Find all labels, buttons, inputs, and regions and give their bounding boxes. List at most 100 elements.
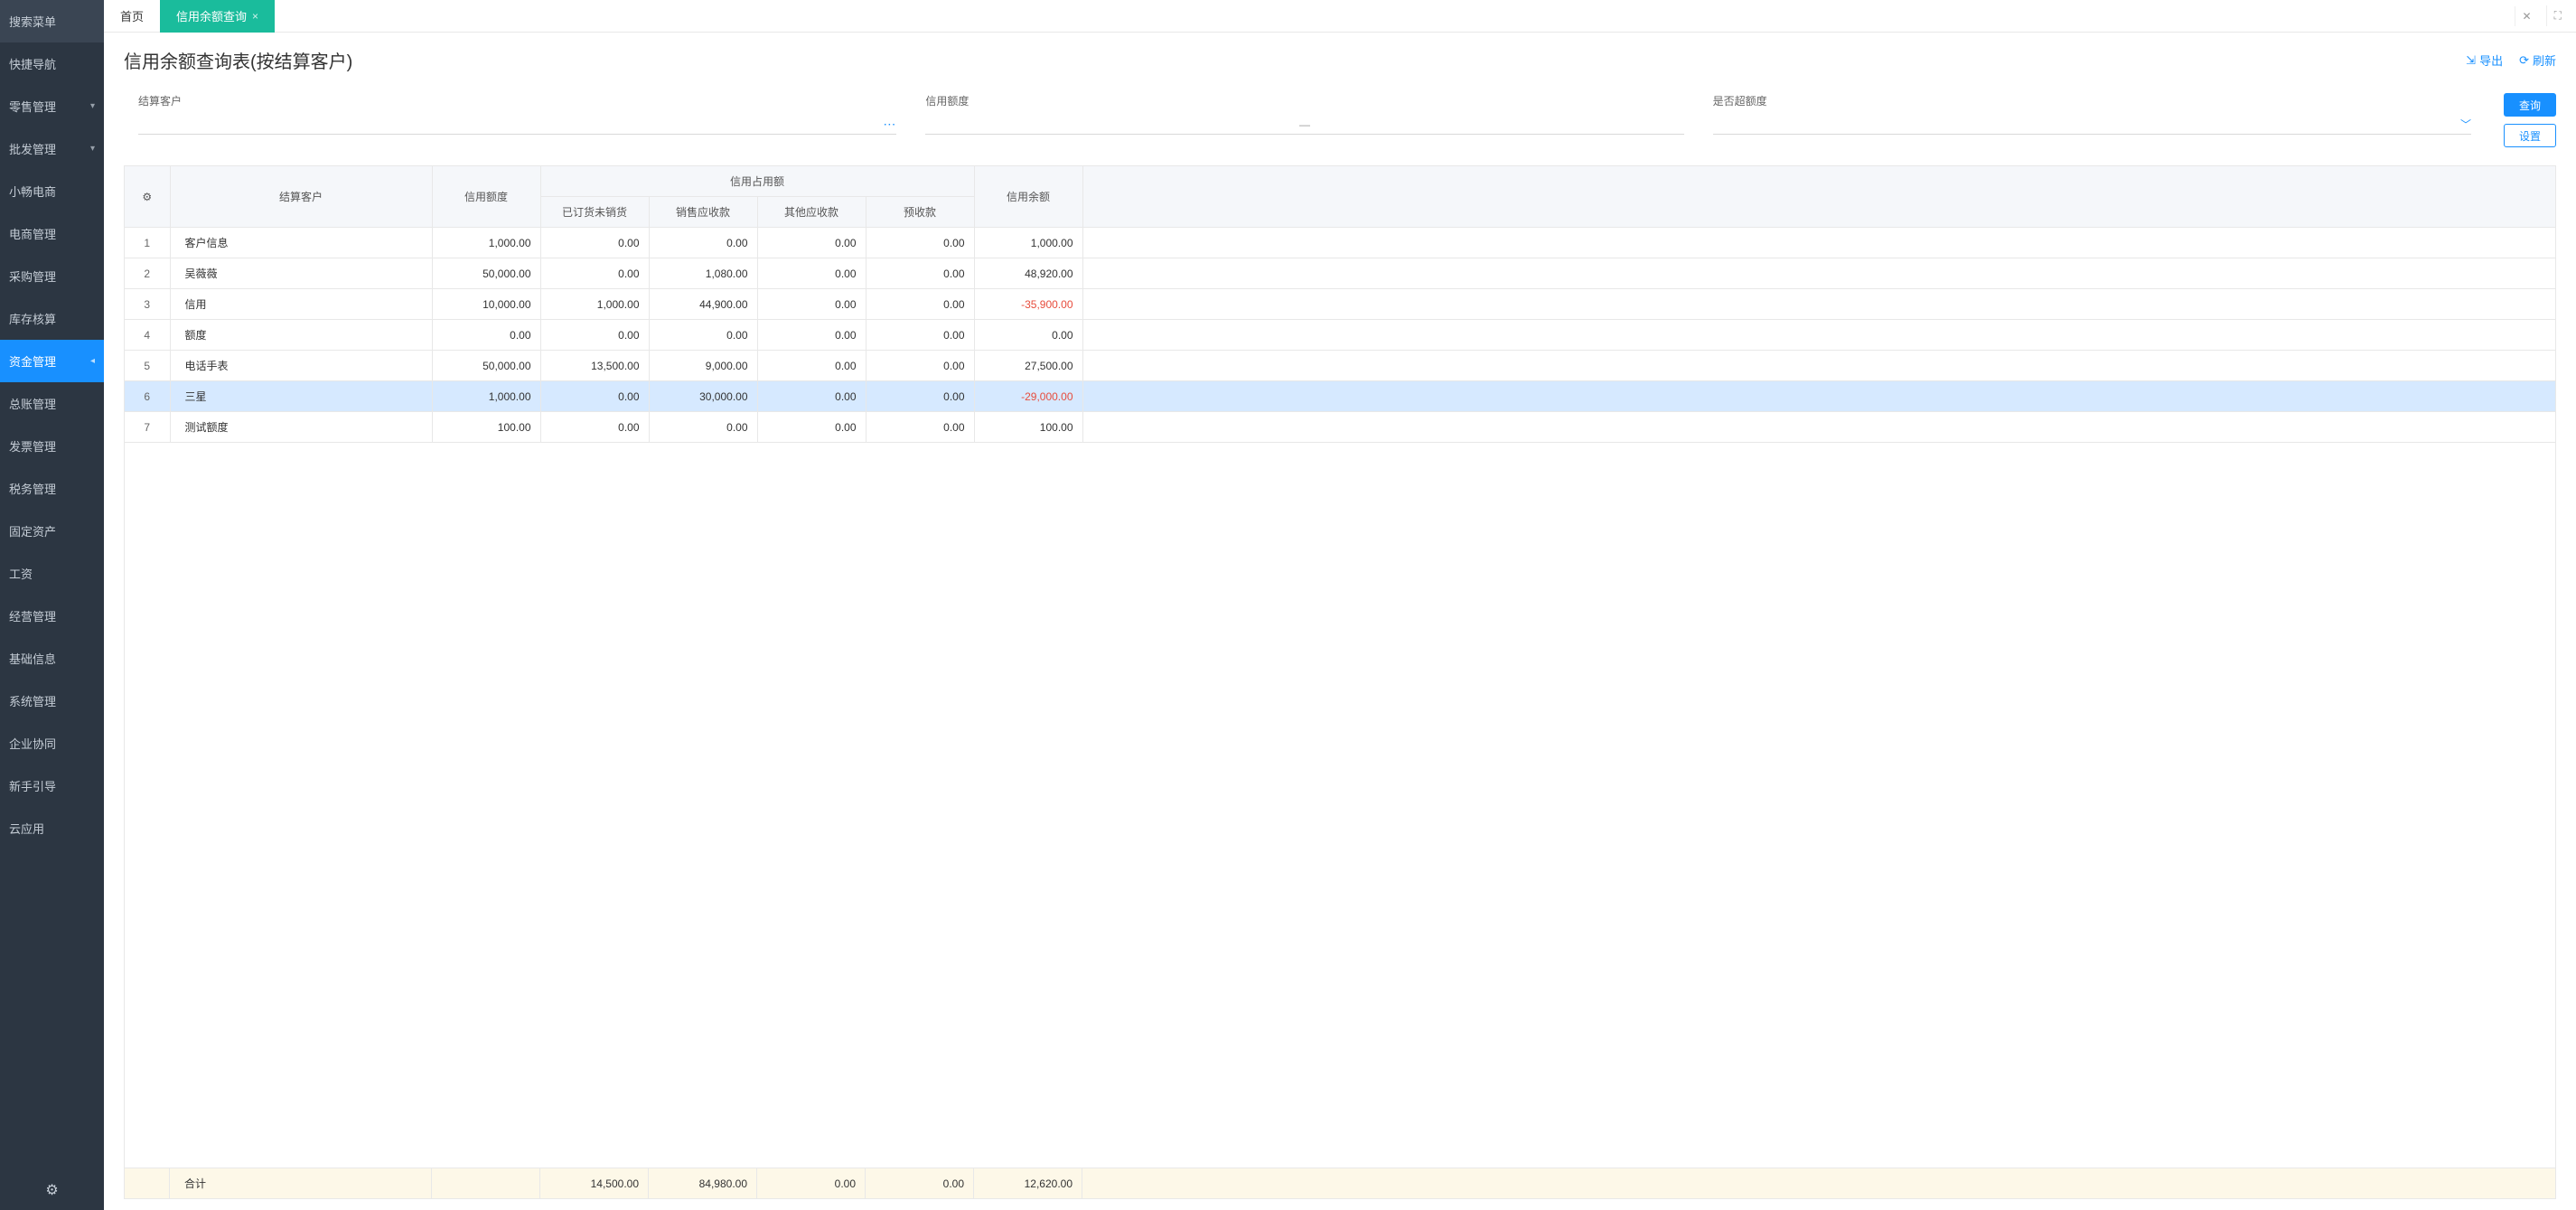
sidebar-item-14[interactable]: 经营管理 bbox=[0, 595, 104, 637]
sidebar-item-5[interactable]: 电商管理 bbox=[0, 212, 104, 255]
tab-bar: 首页信用余额查询× ✕ ⛶ bbox=[104, 0, 2576, 33]
footer-ordered: 14,500.00 bbox=[540, 1168, 649, 1199]
refresh-button[interactable]: ⟳ 刷新 bbox=[2519, 52, 2556, 69]
sidebar-item-6[interactable]: 采购管理 bbox=[0, 255, 104, 297]
cell-idx: 7 bbox=[125, 412, 170, 443]
cell-other: 0.00 bbox=[757, 412, 866, 443]
tab-label: 首页 bbox=[120, 7, 144, 24]
column-settings-header[interactable]: ⚙ bbox=[125, 166, 170, 228]
sidebar: 搜索菜单快捷导航零售管理▾批发管理▾小畅电商电商管理采购管理库存核算资金管理◂总… bbox=[0, 0, 104, 1210]
filter-customer: 结算客户 ⋯ bbox=[124, 93, 911, 135]
sidebar-item-label: 电商管理 bbox=[9, 225, 95, 242]
cell-name: 测试额度 bbox=[170, 412, 432, 443]
col-customer[interactable]: 结算客户 bbox=[170, 166, 432, 228]
footer-idx bbox=[125, 1168, 170, 1199]
query-button[interactable]: 查询 bbox=[2504, 93, 2556, 117]
sidebar-item-2[interactable]: 零售管理▾ bbox=[0, 85, 104, 127]
cell-prepay: 0.00 bbox=[866, 228, 974, 258]
filter-customer-input[interactable] bbox=[138, 114, 896, 135]
sidebar-item-label: 资金管理 bbox=[9, 352, 90, 370]
tab-0[interactable]: 首页 bbox=[104, 0, 160, 33]
col-ordered[interactable]: 已订货未销货 bbox=[540, 197, 649, 228]
cell-name: 客户信息 bbox=[170, 228, 432, 258]
sidebar-item-label: 系统管理 bbox=[9, 692, 95, 709]
refresh-icon: ⟳ bbox=[2519, 53, 2529, 68]
filter-bar: 结算客户 ⋯ 信用额度 — 是否超额度 bbox=[104, 84, 2576, 165]
cell-prepay: 0.00 bbox=[866, 258, 974, 289]
cell-other: 0.00 bbox=[757, 228, 866, 258]
footer-prepay: 0.00 bbox=[866, 1168, 974, 1199]
col-credit-limit[interactable]: 信用额度 bbox=[432, 166, 540, 228]
col-balance[interactable]: 信用余额 bbox=[974, 166, 1082, 228]
cell-name: 吴薇薇 bbox=[170, 258, 432, 289]
sidebar-item-19[interactable]: 云应用 bbox=[0, 807, 104, 849]
sidebar-item-label: 批发管理 bbox=[9, 140, 90, 157]
table-container: ⚙ 结算客户 信用额度 信用占用额 信用余额 已订货未销货 销售应收款 其他应收… bbox=[104, 165, 2576, 1210]
cell-balance: 100.00 bbox=[974, 412, 1082, 443]
col-receivable[interactable]: 销售应收款 bbox=[649, 197, 757, 228]
cell-receivable: 30,000.00 bbox=[649, 381, 757, 412]
table-row[interactable]: 3信用10,000.001,000.0044,900.000.000.00-35… bbox=[125, 289, 2555, 320]
sidebar-item-16[interactable]: 系统管理 bbox=[0, 680, 104, 722]
chevron-down-icon: ▾ bbox=[90, 101, 95, 111]
sidebar-item-1[interactable]: 快捷导航 bbox=[0, 42, 104, 85]
export-icon: ⇲ bbox=[2466, 53, 2476, 68]
sidebar-item-label: 采购管理 bbox=[9, 267, 95, 285]
table-row[interactable]: 6三星1,000.000.0030,000.000.000.00-29,000.… bbox=[125, 381, 2555, 412]
cell-credit: 50,000.00 bbox=[432, 351, 540, 381]
cell-credit: 100.00 bbox=[432, 412, 540, 443]
sidebar-item-label: 小畅电商 bbox=[9, 183, 95, 200]
cell-prepay: 0.00 bbox=[866, 412, 974, 443]
chevron-down-icon[interactable]: ﹀ bbox=[2460, 117, 2471, 132]
col-other-recv[interactable]: 其他应收款 bbox=[757, 197, 866, 228]
sidebar-item-12[interactable]: 固定资产 bbox=[0, 510, 104, 552]
cell-idx: 5 bbox=[125, 351, 170, 381]
cell-other: 0.00 bbox=[757, 381, 866, 412]
close-icon[interactable]: × bbox=[252, 10, 258, 23]
sidebar-item-label: 搜索菜单 bbox=[9, 13, 95, 30]
table-row[interactable]: 5电话手表50,000.0013,500.009,000.000.000.002… bbox=[125, 351, 2555, 381]
sidebar-item-13[interactable]: 工资 bbox=[0, 552, 104, 595]
sidebar-item-15[interactable]: 基础信息 bbox=[0, 637, 104, 680]
sidebar-item-label: 总账管理 bbox=[9, 395, 95, 412]
cell-prepay: 0.00 bbox=[866, 381, 974, 412]
sidebar-item-10[interactable]: 发票管理 bbox=[0, 425, 104, 467]
sidebar-item-17[interactable]: 企业协同 bbox=[0, 722, 104, 764]
sidebar-item-18[interactable]: 新手引导 bbox=[0, 764, 104, 807]
settings-button[interactable]: 设置 bbox=[2504, 124, 2556, 147]
expand-icon[interactable]: ⛶ bbox=[2546, 5, 2569, 26]
export-button[interactable]: ⇲ 导出 bbox=[2466, 52, 2503, 69]
cell-other: 0.00 bbox=[757, 289, 866, 320]
page-title: 信用余额查询表(按结算客户) bbox=[124, 47, 352, 73]
cell-receivable: 44,900.00 bbox=[649, 289, 757, 320]
filter-credit-input[interactable] bbox=[925, 114, 1683, 135]
table-row[interactable]: 2吴薇薇50,000.000.001,080.000.000.0048,920.… bbox=[125, 258, 2555, 289]
chevron-down-icon: ▾ bbox=[90, 144, 95, 154]
gear-icon[interactable]: ⚙ bbox=[45, 1183, 58, 1198]
filter-credit-label: 信用额度 bbox=[925, 93, 1683, 108]
sidebar-item-4[interactable]: 小畅电商 bbox=[0, 170, 104, 212]
sidebar-item-7[interactable]: 库存核算 bbox=[0, 297, 104, 340]
filter-credit: 信用额度 — bbox=[911, 93, 1698, 135]
cell-idx: 2 bbox=[125, 258, 170, 289]
sidebar-item-9[interactable]: 总账管理 bbox=[0, 382, 104, 425]
table-row[interactable]: 4额度0.000.000.000.000.000.00 bbox=[125, 320, 2555, 351]
close-all-icon[interactable]: ✕ bbox=[2515, 6, 2539, 26]
sidebar-item-label: 基础信息 bbox=[9, 650, 95, 667]
col-prepay[interactable]: 预收款 bbox=[866, 197, 974, 228]
footer-credit bbox=[432, 1168, 540, 1199]
sidebar-item-11[interactable]: 税务管理 bbox=[0, 467, 104, 510]
col-spacer bbox=[1082, 166, 2555, 228]
cell-receivable: 0.00 bbox=[649, 228, 757, 258]
footer-label: 合计 bbox=[170, 1168, 432, 1199]
table-row[interactable]: 1客户信息1,000.000.000.000.000.001,000.00 bbox=[125, 228, 2555, 258]
lookup-icon[interactable]: ⋯ bbox=[883, 117, 896, 132]
cell-idx: 6 bbox=[125, 381, 170, 412]
sidebar-item-3[interactable]: 批发管理▾ bbox=[0, 127, 104, 170]
sidebar-item-8[interactable]: 资金管理◂ bbox=[0, 340, 104, 382]
filter-over-select[interactable] bbox=[1713, 114, 2471, 135]
table-body: 1客户信息1,000.000.000.000.000.001,000.002吴薇… bbox=[125, 228, 2555, 443]
sidebar-item-0[interactable]: 搜索菜单 bbox=[0, 0, 104, 42]
table-row[interactable]: 7测试额度100.000.000.000.000.00100.00 bbox=[125, 412, 2555, 443]
tab-1[interactable]: 信用余额查询× bbox=[160, 0, 275, 33]
